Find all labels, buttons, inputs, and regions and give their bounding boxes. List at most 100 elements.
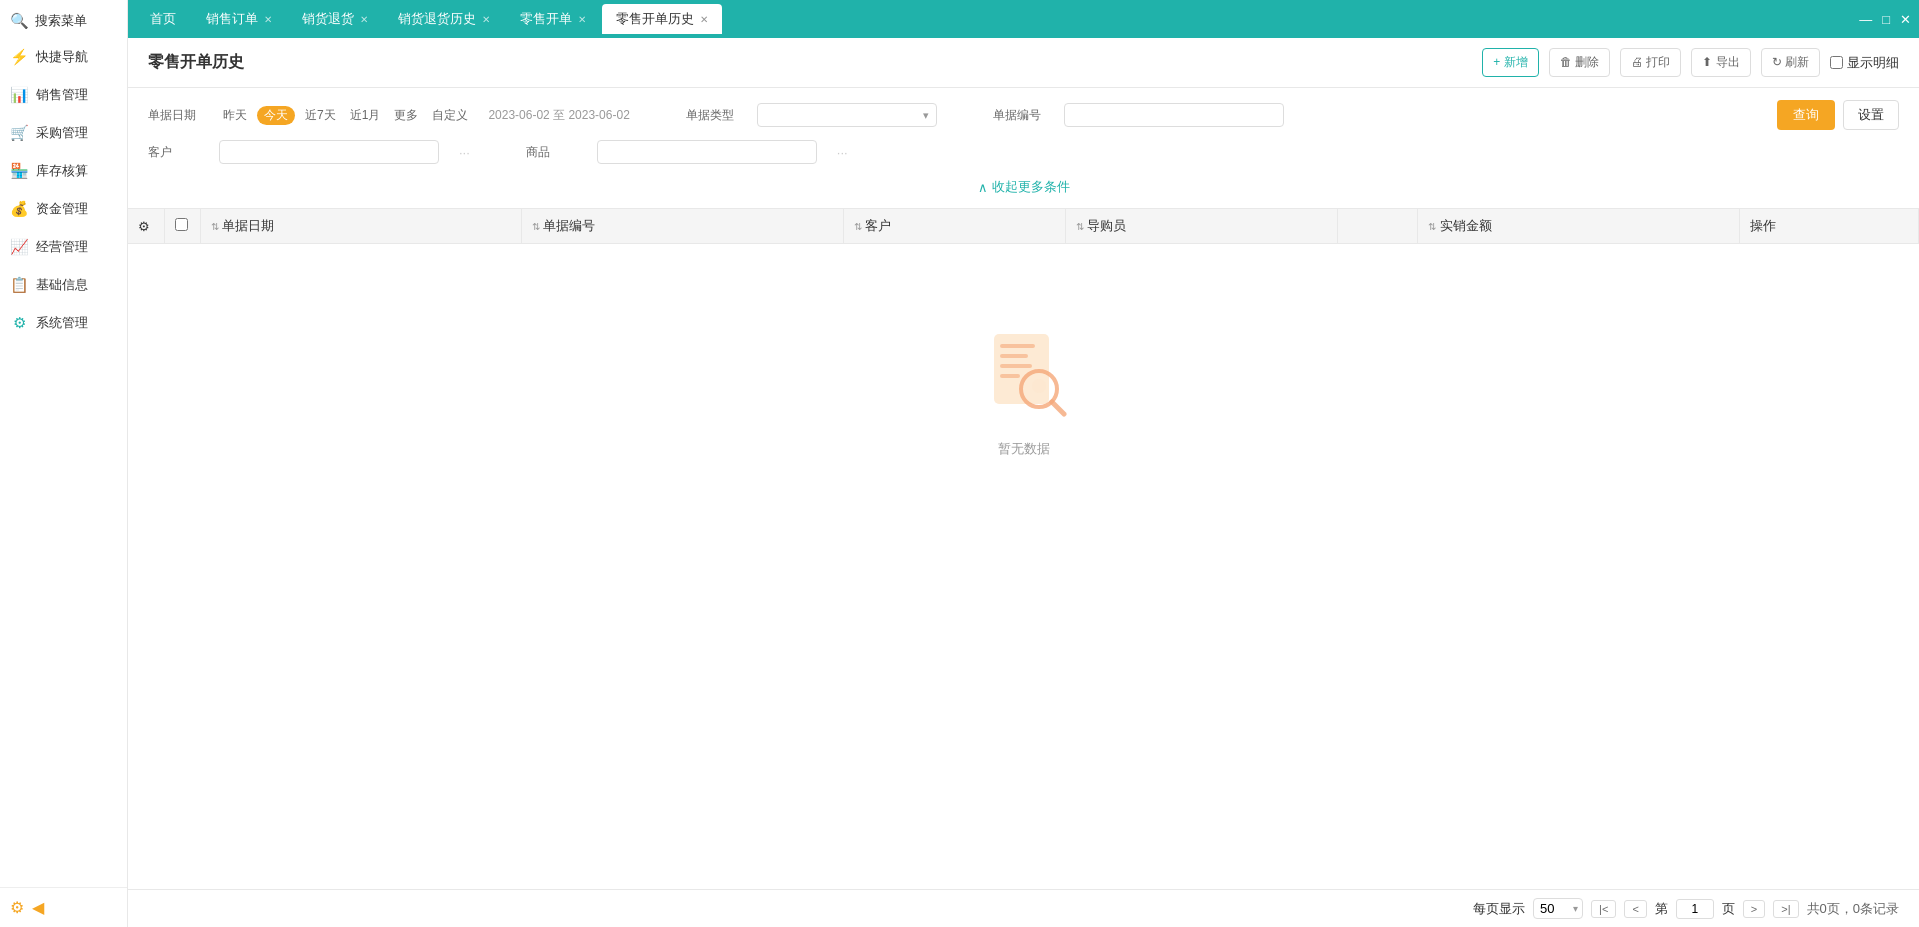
show-detail-label: 显示明细: [1847, 54, 1899, 72]
col-amount-label: 实销金额: [1440, 218, 1492, 233]
collapse-filter-btn[interactable]: ∧ 收起更多条件: [148, 174, 1899, 200]
tab-sales-return-history[interactable]: 销货退货历史 ✕: [384, 4, 504, 34]
date-range-display: 2023-06-02 至 2023-06-02: [488, 107, 629, 124]
sidebar-item-inventory[interactable]: 🏪 库存核算: [0, 152, 127, 190]
sidebar-item-finance[interactable]: 💰 资金管理: [0, 190, 127, 228]
window-minimize-btn[interactable]: —: [1859, 12, 1872, 27]
date-custom[interactable]: 自定义: [428, 106, 472, 125]
finance-icon: 💰: [10, 200, 28, 218]
data-table: ⚙ ⇅ 单据日期 ⇅ 单据编号 ⇅ 客户: [128, 209, 1919, 244]
toolbar: + 新增 🗑 删除 🖨 打印 ⬆ 导出 ↻ 刷新 显示明细: [1482, 48, 1899, 77]
sidebar-search[interactable]: 🔍 搜索菜单: [0, 0, 127, 38]
tab-retail-history[interactable]: 零售开单历史 ✕: [602, 4, 722, 34]
sidebar-search-label: 搜索菜单: [35, 12, 87, 30]
tab-sales-return-close[interactable]: ✕: [360, 14, 368, 25]
tab-retail-history-close[interactable]: ✕: [700, 14, 708, 25]
date-last-month[interactable]: 近1月: [346, 106, 385, 125]
tab-retail-open-close[interactable]: ✕: [578, 14, 586, 25]
type-select[interactable]: [757, 103, 937, 127]
tab-sales-return-label: 销货退货: [302, 10, 354, 28]
sidebar-item-system-mgmt[interactable]: ⚙ 系统管理: [0, 304, 127, 342]
sidebar-item-label: 销售管理: [36, 86, 88, 104]
page-title: 零售开单历史: [148, 52, 244, 73]
filter-settings-button[interactable]: 设置: [1843, 100, 1899, 130]
th-date[interactable]: ⇅ 单据日期: [200, 209, 522, 244]
window-close-btn[interactable]: ✕: [1900, 12, 1911, 27]
sidebar: 🔍 搜索菜单 ⚡ 快捷导航 📊 销售管理 🛒 采购管理 🏪 库存核算 💰 资金管…: [0, 0, 128, 927]
add-button[interactable]: + 新增: [1482, 48, 1538, 77]
page-input[interactable]: 1: [1676, 899, 1714, 919]
query-button[interactable]: 查询: [1777, 100, 1835, 130]
date-today[interactable]: 今天: [257, 106, 295, 125]
show-detail-checkbox[interactable]: 显示明细: [1830, 54, 1899, 72]
th-amount[interactable]: ⇅ 实销金额: [1418, 209, 1740, 244]
empty-text: 暂无数据: [998, 440, 1050, 458]
customer-filter-input[interactable]: [219, 140, 439, 164]
prev-page-btn[interactable]: <: [1624, 900, 1646, 918]
th-number[interactable]: ⇅ 单据编号: [522, 209, 844, 244]
column-settings-icon[interactable]: ⚙: [138, 219, 150, 234]
date-filter-label: 单据日期: [148, 107, 203, 124]
sort-icon-number: ⇅: [532, 221, 540, 232]
first-page-btn[interactable]: |<: [1591, 900, 1616, 918]
delete-button[interactable]: 🗑 删除: [1549, 48, 1610, 77]
customer-dots-btn[interactable]: ···: [459, 145, 470, 160]
select-all-checkbox[interactable]: [175, 218, 188, 231]
show-detail-input[interactable]: [1830, 56, 1843, 69]
col-customer-label: 客户: [865, 218, 891, 233]
goods-filter-label: 商品: [526, 144, 581, 161]
pagination: 每页显示 50 100 200 |< < 第 1 页 > >| 共0页，0条记录: [128, 889, 1919, 927]
col-date-label: 单据日期: [222, 218, 274, 233]
th-settings[interactable]: ⚙: [128, 209, 164, 244]
page-size-select[interactable]: 50 100 200: [1533, 898, 1583, 919]
sidebar-item-operation[interactable]: 📈 经营管理: [0, 228, 127, 266]
th-salesperson[interactable]: ⇅ 导购员: [1066, 209, 1338, 244]
sidebar-item-sales-mgmt[interactable]: 📊 销售管理: [0, 76, 127, 114]
th-customer[interactable]: ⇅ 客户: [843, 209, 1065, 244]
tab-sales-return[interactable]: 销货退货 ✕: [288, 4, 382, 34]
sidebar-item-basic-info[interactable]: 📋 基础信息: [0, 266, 127, 304]
date-more[interactable]: 更多: [390, 106, 422, 125]
tab-home[interactable]: 首页: [136, 4, 190, 34]
window-maximize-btn[interactable]: □: [1882, 12, 1890, 27]
date-last7[interactable]: 近7天: [301, 106, 340, 125]
sidebar-item-quick-nav[interactable]: ⚡ 快捷导航: [0, 38, 127, 76]
tab-sales-order[interactable]: 销售订单 ✕: [192, 4, 286, 34]
col-operation-label: 操作: [1750, 218, 1776, 233]
th-operation: 操作: [1739, 209, 1918, 244]
purchase-mgmt-icon: 🛒: [10, 124, 28, 142]
tab-sales-return-history-close[interactable]: ✕: [482, 14, 490, 25]
date-shortcuts: 昨天 今天 近7天 近1月 更多 自定义: [219, 106, 472, 125]
svg-point-7: [1032, 379, 1046, 393]
sales-mgmt-icon: 📊: [10, 86, 28, 104]
goods-filter-input[interactable]: [597, 140, 817, 164]
operation-icon: 📈: [10, 238, 28, 256]
refresh-button[interactable]: ↻ 刷新: [1761, 48, 1820, 77]
total-info: 共0页，0条记录: [1807, 900, 1899, 918]
date-yesterday[interactable]: 昨天: [219, 106, 251, 125]
quick-nav-icon: ⚡: [10, 48, 28, 66]
settings-bottom-icon[interactable]: ⚙: [10, 898, 24, 917]
tab-retail-open-label: 零售开单: [520, 10, 572, 28]
sort-icon: ⇅: [211, 221, 219, 232]
print-button[interactable]: 🖨 打印: [1620, 48, 1681, 77]
collapse-sidebar-icon[interactable]: ◀: [32, 898, 44, 917]
th-spacer: [1338, 209, 1418, 244]
th-checkbox[interactable]: [164, 209, 200, 244]
sidebar-item-purchase-mgmt[interactable]: 🛒 采购管理: [0, 114, 127, 152]
number-filter-label: 单据编号: [993, 107, 1048, 124]
goods-dots-btn[interactable]: ···: [837, 145, 848, 160]
col-salesperson-label: 导购员: [1087, 218, 1126, 233]
next-page-btn[interactable]: >: [1743, 900, 1765, 918]
sidebar-item-label: 采购管理: [36, 124, 88, 142]
tab-sales-order-close[interactable]: ✕: [264, 14, 272, 25]
inventory-icon: 🏪: [10, 162, 28, 180]
tab-retail-open[interactable]: 零售开单 ✕: [506, 4, 600, 34]
last-page-btn[interactable]: >|: [1773, 900, 1798, 918]
export-button[interactable]: ⬆ 导出: [1691, 48, 1750, 77]
sort-icon-customer: ⇅: [854, 221, 862, 232]
type-select-wrap: [757, 103, 937, 127]
number-filter-input[interactable]: [1064, 103, 1284, 127]
svg-rect-3: [1000, 364, 1032, 368]
empty-state: 暂无数据: [128, 244, 1919, 518]
